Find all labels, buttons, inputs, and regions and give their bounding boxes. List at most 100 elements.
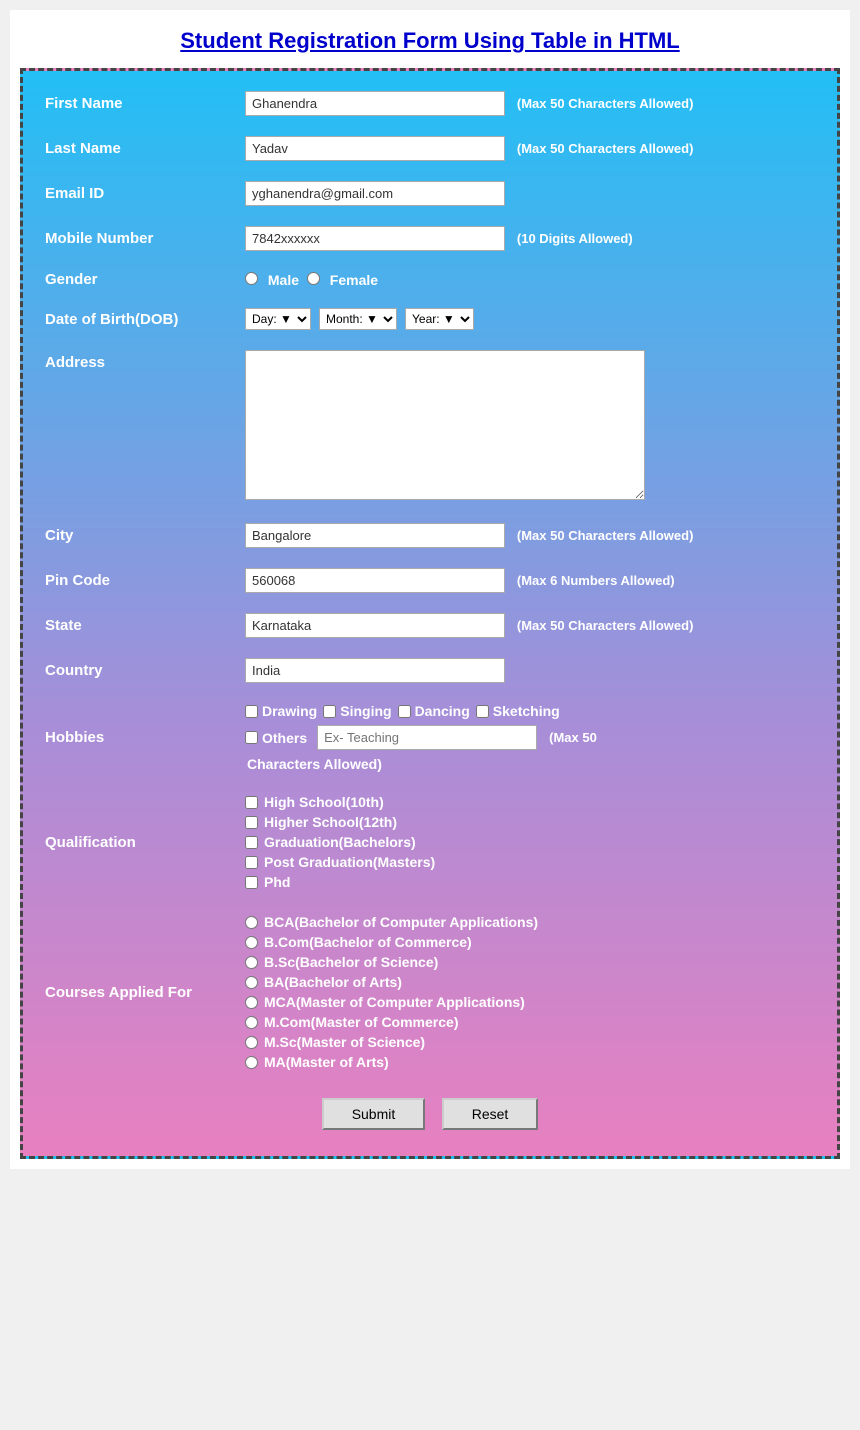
last-name-input[interactable]: [245, 136, 505, 161]
hobby-others-hint: (Max 50: [549, 730, 597, 745]
gender-row: Gender Male Female: [33, 261, 827, 298]
hobby-others-label: Others: [262, 730, 307, 746]
course-ma: MA(Master of Arts): [245, 1052, 815, 1072]
mobile-input[interactable]: [245, 226, 505, 251]
qual-phd-label: Phd: [264, 874, 290, 890]
dob-year-select[interactable]: Year: ▼202420232022202120202019201820172…: [405, 308, 474, 330]
course-mca-label: MCA(Master of Computer Applications): [264, 994, 525, 1010]
hobby-drawing-label: Drawing: [262, 703, 317, 719]
qual-highschool-label: High School(10th): [264, 794, 384, 810]
course-ma-radio[interactable]: [245, 1056, 258, 1069]
dob-input-cell: Day: ▼1234567891011121314151617181920212…: [233, 298, 827, 340]
last-name-input-cell: (Max 50 Characters Allowed): [233, 126, 827, 171]
gender-male-label: Male: [268, 272, 299, 288]
last-name-label: Last Name: [33, 126, 233, 171]
course-mca-radio[interactable]: [245, 996, 258, 1009]
address-textarea[interactable]: [245, 350, 645, 500]
dob-row: Date of Birth(DOB) Day: ▼123456789101112…: [33, 298, 827, 340]
hobby-others-input[interactable]: [317, 725, 537, 750]
course-bsc-label: B.Sc(Bachelor of Science): [264, 954, 438, 970]
hobbies-label: Hobbies: [33, 693, 233, 782]
state-hint: (Max 50 Characters Allowed): [517, 618, 694, 633]
course-bcom-radio[interactable]: [245, 936, 258, 949]
pincode-row: Pin Code (Max 6 Numbers Allowed): [33, 558, 827, 603]
course-bsc: B.Sc(Bachelor of Science): [245, 952, 815, 972]
qual-graduation-label: Graduation(Bachelors): [264, 834, 416, 850]
first-name-input[interactable]: [245, 91, 505, 116]
courses-row: Courses Applied For BCA(Bachelor of Comp…: [33, 902, 827, 1082]
qual-postgrad-checkbox[interactable]: [245, 856, 258, 869]
course-bca-label: BCA(Bachelor of Computer Applications): [264, 914, 538, 930]
course-msc-radio[interactable]: [245, 1036, 258, 1049]
qual-highschool-checkbox[interactable]: [245, 796, 258, 809]
gender-male-radio[interactable]: [245, 272, 258, 285]
first-name-row: First Name (Max 50 Characters Allowed): [33, 81, 827, 126]
qual-graduation-checkbox[interactable]: [245, 836, 258, 849]
form-table: First Name (Max 50 Characters Allowed) L…: [33, 81, 827, 1146]
qualification-input-cell: High School(10th) Higher School(12th) Gr…: [233, 782, 827, 902]
qual-higherschool-label: Higher School(12th): [264, 814, 397, 830]
hobbies-checkboxes: Drawing Singing Dancing Sketching: [245, 703, 815, 719]
hobby-dancing-label: Dancing: [415, 703, 470, 719]
course-bca-radio[interactable]: [245, 916, 258, 929]
qualification-row: Qualification High School(10th) Higher S…: [33, 782, 827, 902]
course-mca: MCA(Master of Computer Applications): [245, 992, 815, 1012]
mobile-row: Mobile Number (10 Digits Allowed): [33, 216, 827, 261]
hobby-singing-checkbox[interactable]: [323, 705, 336, 718]
country-input-cell: [233, 648, 827, 693]
city-input[interactable]: [245, 523, 505, 548]
dob-day-select[interactable]: Day: ▼1234567891011121314151617181920212…: [245, 308, 311, 330]
course-bsc-radio[interactable]: [245, 956, 258, 969]
gender-female-radio[interactable]: [307, 272, 320, 285]
qual-phd-checkbox[interactable]: [245, 876, 258, 889]
email-input-cell: [233, 171, 827, 216]
gender-label: Gender: [33, 261, 233, 298]
dob-label: Date of Birth(DOB): [33, 298, 233, 340]
course-bcom: B.Com(Bachelor of Commerce): [245, 932, 815, 952]
page-title-container: Student Registration Form Using Table in…: [10, 10, 850, 68]
course-bca: BCA(Bachelor of Computer Applications): [245, 912, 815, 932]
qual-higherschool: Higher School(12th): [245, 812, 815, 832]
email-input[interactable]: [245, 181, 505, 206]
pincode-input[interactable]: [245, 568, 505, 593]
city-input-cell: (Max 50 Characters Allowed): [233, 513, 827, 558]
country-input[interactable]: [245, 658, 505, 683]
hobby-dancing-checkbox[interactable]: [398, 705, 411, 718]
courses-label: Courses Applied For: [33, 902, 233, 1082]
state-input[interactable]: [245, 613, 505, 638]
page-title[interactable]: Student Registration Form Using Table in…: [180, 28, 679, 53]
course-ma-label: MA(Master of Arts): [264, 1054, 389, 1070]
first-name-label: First Name: [33, 81, 233, 126]
country-row: Country: [33, 648, 827, 693]
course-mcom-label: M.Com(Master of Commerce): [264, 1014, 458, 1030]
mobile-input-cell: (10 Digits Allowed): [233, 216, 827, 261]
hobby-singing-label: Singing: [340, 703, 391, 719]
pincode-label: Pin Code: [33, 558, 233, 603]
gender-female-label: Female: [330, 272, 378, 288]
hobby-others-checkbox[interactable]: [245, 731, 258, 744]
qual-phd: Phd: [245, 872, 815, 892]
qualification-label: Qualification: [33, 782, 233, 902]
course-msc: M.Sc(Master of Science): [245, 1032, 815, 1052]
course-ba: BA(Bachelor of Arts): [245, 972, 815, 992]
city-label: City: [33, 513, 233, 558]
hobby-drawing-checkbox[interactable]: [245, 705, 258, 718]
reset-button[interactable]: Reset: [442, 1098, 539, 1130]
address-row: Address: [33, 340, 827, 513]
qual-highschool: High School(10th): [245, 792, 815, 812]
course-mcom-radio[interactable]: [245, 1016, 258, 1029]
qual-higherschool-checkbox[interactable]: [245, 816, 258, 829]
courses-input-cell: BCA(Bachelor of Computer Applications) B…: [233, 902, 827, 1082]
email-label: Email ID: [33, 171, 233, 216]
submit-row: Submit Reset: [33, 1082, 827, 1146]
course-ba-radio[interactable]: [245, 976, 258, 989]
city-row: City (Max 50 Characters Allowed): [33, 513, 827, 558]
gender-input-cell: Male Female: [233, 261, 827, 298]
course-msc-label: M.Sc(Master of Science): [264, 1034, 425, 1050]
hobby-sketching-checkbox[interactable]: [476, 705, 489, 718]
qual-postgrad-label: Post Graduation(Masters): [264, 854, 435, 870]
submit-button[interactable]: Submit: [322, 1098, 426, 1130]
hobbies-others-row: Others (Max 50: [245, 725, 815, 750]
state-label: State: [33, 603, 233, 648]
dob-month-select[interactable]: Month: ▼JanFebMarAprMayJunJulAugSepOctNo…: [319, 308, 397, 330]
